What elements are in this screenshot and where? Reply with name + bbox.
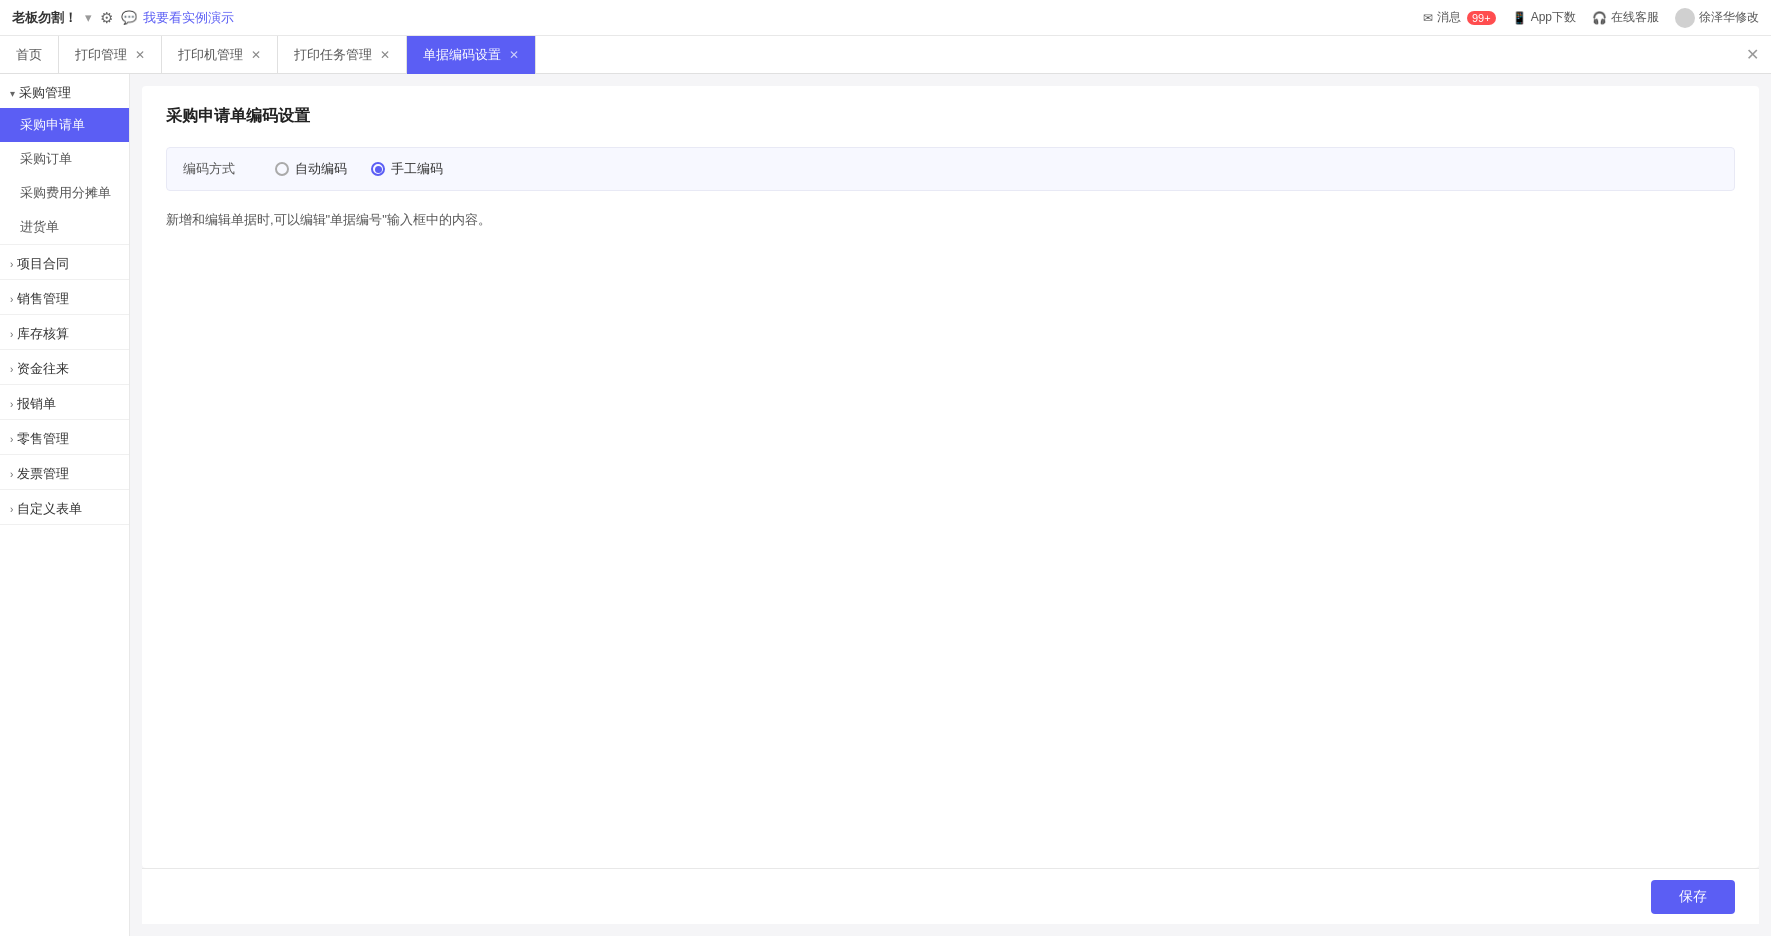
online-service-item[interactable]: 🎧 在线客服 [1592,9,1659,26]
sidebar-group-purchase-label: 采购管理 [19,84,71,102]
tab-printer-management-label: 打印机管理 [178,46,243,64]
tab-barcode-settings-close[interactable]: ✕ [509,49,519,61]
dropdown-icon[interactable]: ▾ [85,10,92,25]
arrow-right-icon-2: › [10,294,13,305]
sidebar: ▾ 采购管理 采购申请单 采购订单 采购费用分摊单 进货单 › 项目合同 [0,74,130,936]
sidebar-item-purchase-expense[interactable]: 采购费用分摊单 [0,176,129,210]
top-bar-right: ✉ 消息 99+ 📱 App下数 🎧 在线客服 徐泽华修改 [1423,8,1759,28]
sidebar-group-capital: › 资金往来 [0,350,129,385]
sidebar-group-capital-label: 资金往来 [17,360,69,378]
tab-print-task-close[interactable]: ✕ [380,49,390,61]
message-badge: 99+ [1467,11,1496,25]
user-avatar [1675,8,1695,28]
sidebar-group-inventory-title[interactable]: › 库存核算 [0,315,129,349]
app-download-label: App下数 [1531,9,1576,26]
arrow-right-icon-7: › [10,469,13,480]
tab-print-task[interactable]: 打印任务管理 ✕ [278,36,407,74]
tab-print-task-label: 打印任务管理 [294,46,372,64]
top-bar-left: 老板勿割！ ▾ ⚙ 💬 我要看实例演示 [12,9,234,27]
tab-barcode-settings-label: 单据编码设置 [423,46,501,64]
content-footer: 保存 [142,868,1759,924]
sidebar-group-purchase: ▾ 采购管理 采购申请单 采购订单 采购费用分摊单 进货单 [0,74,129,245]
sidebar-group-returns-label: 报销单 [17,395,56,413]
radio-manual[interactable]: 手工编码 [371,160,443,178]
tab-print-management-label: 打印管理 [75,46,127,64]
sidebar-group-sales-title[interactable]: › 销售管理 [0,280,129,314]
sidebar-group-project-label: 项目合同 [17,255,69,273]
tab-printer-management[interactable]: 打印机管理 ✕ [162,36,278,74]
arrow-right-icon: › [10,259,13,270]
radio-auto-circle [275,162,289,176]
sidebar-group-project-title[interactable]: › 项目合同 [0,245,129,279]
content-area: 采购申请单编码设置 编码方式 自动编码 手工编码 新增和编辑单据时,可以编辑"单… [130,74,1771,936]
message-item[interactable]: ✉ 消息 99+ [1423,9,1496,26]
radio-manual-label: 手工编码 [391,160,443,178]
sidebar-group-retail-label: 零售管理 [17,430,69,448]
sidebar-group-invoice: › 发票管理 [0,455,129,490]
settings-icon[interactable]: ⚙ [100,9,113,27]
sidebar-group-project: › 项目合同 [0,245,129,280]
sidebar-group-custom-form-label: 自定义表单 [17,500,82,518]
tab-barcode-settings[interactable]: 单据编码设置 ✕ [407,36,536,74]
save-button[interactable]: 保存 [1651,880,1735,914]
sidebar-group-capital-title[interactable]: › 资金往来 [0,350,129,384]
message-label: 消息 [1437,9,1461,26]
sidebar-group-custom-form-title[interactable]: › 自定义表单 [0,490,129,524]
tab-home[interactable]: 首页 [0,36,59,74]
content-inner: 采购申请单编码设置 编码方式 自动编码 手工编码 新增和编辑单据时,可以编辑"单… [142,86,1759,868]
tab-printer-management-close[interactable]: ✕ [251,49,261,61]
sidebar-group-invoice-label: 发票管理 [17,465,69,483]
encoding-row: 编码方式 自动编码 手工编码 [166,147,1735,191]
sidebar-group-inventory: › 库存核算 [0,315,129,350]
sidebar-item-stock-in[interactable]: 进货单 [0,210,129,244]
prompt-area[interactable]: 💬 我要看实例演示 [121,9,234,27]
user-item[interactable]: 徐泽华修改 [1675,8,1759,28]
sidebar-group-returns: › 报销单 [0,385,129,420]
sidebar-group-returns-title[interactable]: › 报销单 [0,385,129,419]
message-icon: ✉ [1423,11,1433,25]
sidebar-group-purchase-title[interactable]: ▾ 采购管理 [0,74,129,108]
prompt-text: 我要看实例演示 [143,9,234,27]
sidebar-group-custom-form: › 自定义表单 [0,490,129,525]
arrow-right-icon-5: › [10,399,13,410]
logo-text: 老板勿割！ [12,9,77,27]
app-download-item[interactable]: 📱 App下数 [1512,9,1576,26]
arrow-right-icon-4: › [10,364,13,375]
arrow-down-icon: ▾ [10,88,15,99]
radio-manual-circle [371,162,385,176]
top-bar: 老板勿割！ ▾ ⚙ 💬 我要看实例演示 ✉ 消息 99+ 📱 App下数 🎧 在… [0,0,1771,36]
encoding-label: 编码方式 [183,160,243,178]
tab-print-management-close[interactable]: ✕ [135,49,145,61]
sidebar-group-sales-label: 销售管理 [17,290,69,308]
sidebar-group-invoice-title[interactable]: › 发票管理 [0,455,129,489]
sidebar-item-purchase-request[interactable]: 采购申请单 [0,108,129,142]
radio-auto-label: 自动编码 [295,160,347,178]
main-layout: ▾ 采购管理 采购申请单 采购订单 采购费用分摊单 进货单 › 项目合同 [0,74,1771,936]
radio-auto[interactable]: 自动编码 [275,160,347,178]
tab-home-label: 首页 [16,46,42,64]
tab-bar: 首页 打印管理 ✕ 打印机管理 ✕ 打印任务管理 ✕ 单据编码设置 ✕ ✕ [0,36,1771,74]
online-service-icon: 🎧 [1592,11,1607,25]
tab-bar-close-icon[interactable]: ✕ [1746,45,1759,64]
sidebar-group-retail-title[interactable]: › 零售管理 [0,420,129,454]
radio-group: 自动编码 手工编码 [275,160,443,178]
arrow-right-icon-6: › [10,434,13,445]
sidebar-group-inventory-label: 库存核算 [17,325,69,343]
sidebar-group-sales: › 销售管理 [0,280,129,315]
prompt-icon: 💬 [121,10,137,25]
online-service-label: 在线客服 [1611,9,1659,26]
arrow-right-icon-8: › [10,504,13,515]
user-name: 徐泽华修改 [1699,9,1759,26]
arrow-right-icon-3: › [10,329,13,340]
app-download-icon: 📱 [1512,11,1527,25]
sidebar-group-retail: › 零售管理 [0,420,129,455]
hint-text: 新增和编辑单据时,可以编辑"单据编号"输入框中的内容。 [166,211,1735,229]
page-title: 采购申请单编码设置 [166,106,1735,127]
sidebar-item-purchase-order[interactable]: 采购订单 [0,142,129,176]
tab-print-management[interactable]: 打印管理 ✕ [59,36,162,74]
